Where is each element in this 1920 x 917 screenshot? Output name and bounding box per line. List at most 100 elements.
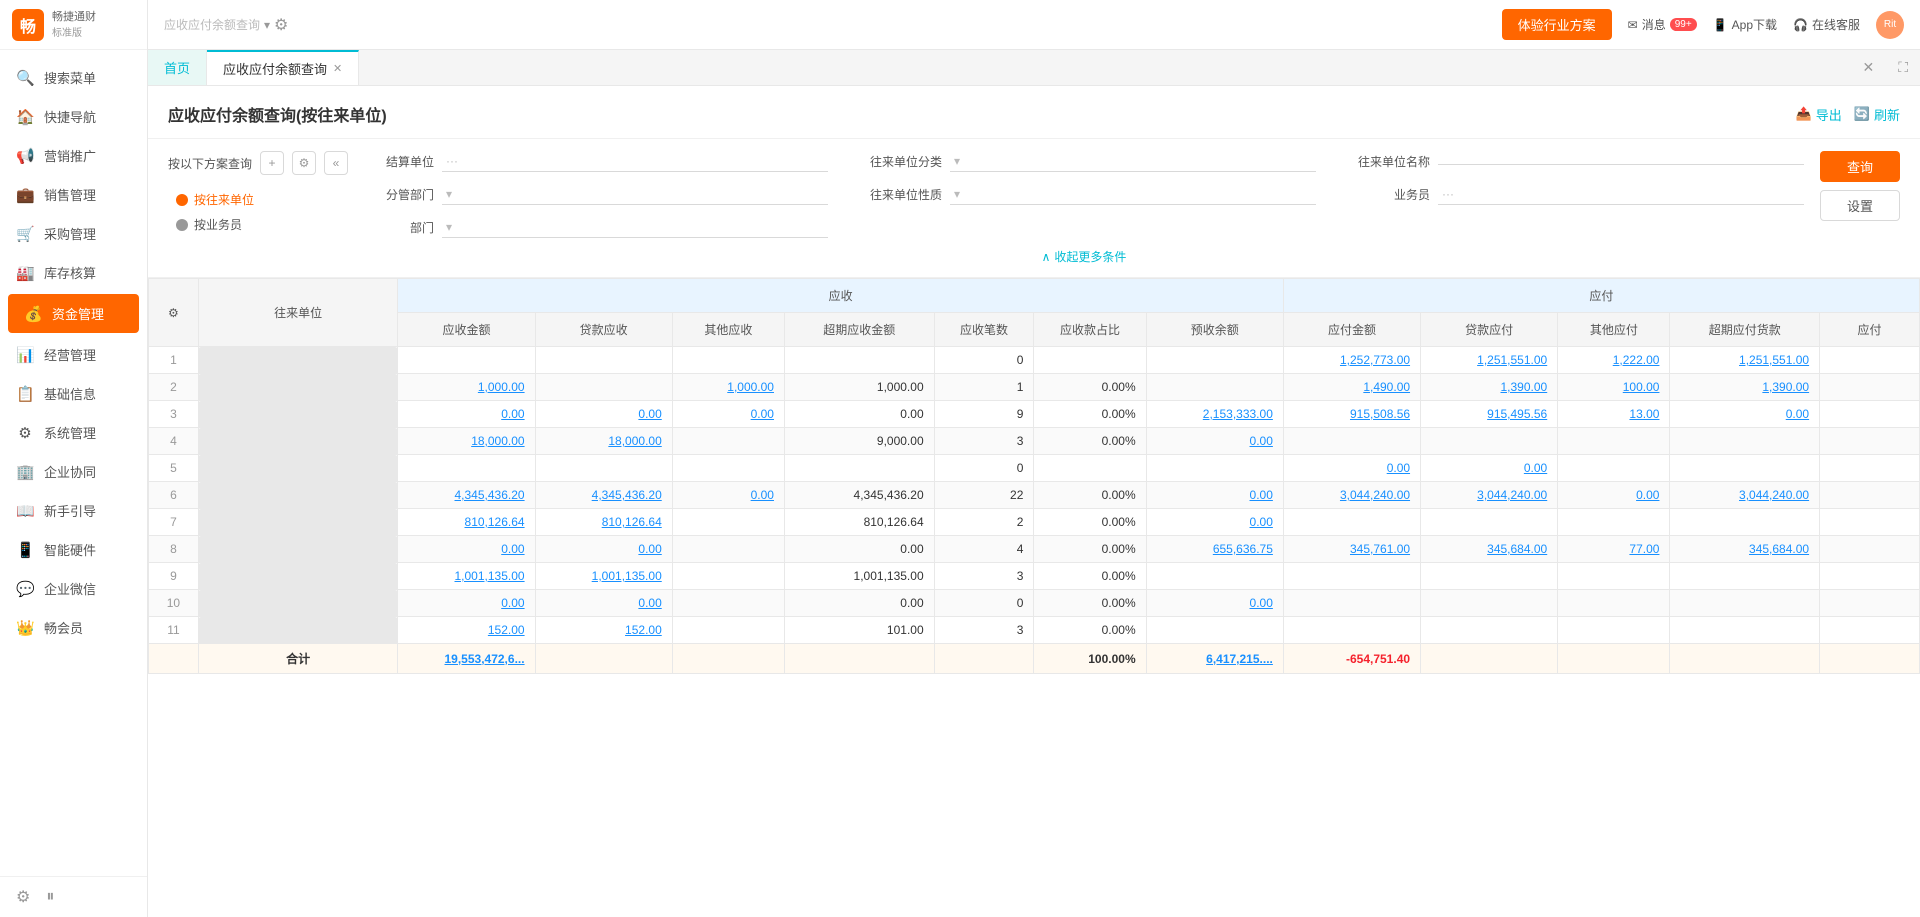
total-ar-amount[interactable]: 19,553,472,6... — [398, 644, 535, 674]
table-cell[interactable]: 77.00 — [1558, 536, 1670, 563]
sidebar-item-search[interactable]: 🔍 搜索菜单 — [0, 58, 147, 97]
table-cell[interactable]: 0.00 — [1558, 482, 1670, 509]
table-cell[interactable]: 1,000.00 — [398, 374, 535, 401]
table-cell[interactable]: 3,044,240.00 — [1421, 482, 1558, 509]
tab-ar-ap-query[interactable]: 应收应付余额查询 ✕ — [207, 50, 359, 85]
tab-close-icon[interactable]: ✕ — [333, 62, 342, 75]
sidebar-item-guide[interactable]: 📖 新手引导 — [0, 491, 147, 530]
sidebar-item-system[interactable]: ⚙ 系统管理 — [0, 413, 147, 452]
table-cell[interactable]: 1,001,135.00 — [535, 563, 672, 590]
scheme-option-unit[interactable]: 按往来单位 — [168, 187, 348, 212]
unit-nature-input[interactable]: ▾ — [950, 184, 1316, 205]
table-cell[interactable]: 0.00 — [398, 590, 535, 617]
table-cell: 0.00% — [1034, 374, 1146, 401]
table-cell[interactable]: 810,126.64 — [535, 509, 672, 536]
sidebar-item-smart-hw[interactable]: 📱 智能硬件 — [0, 530, 147, 569]
chevron-down-icon[interactable]: ▾ — [264, 18, 270, 32]
table-cell[interactable]: 2,153,333.00 — [1146, 401, 1283, 428]
table-cell[interactable]: 1,390.00 — [1421, 374, 1558, 401]
table-cell[interactable]: 0.00 — [1283, 455, 1420, 482]
sidebar-item-purchase[interactable]: 🛒 采购管理 — [0, 214, 147, 253]
setting-button[interactable]: 设置 — [1820, 190, 1900, 221]
dept-input[interactable]: ▾ — [442, 184, 828, 205]
scheme-option-salesman[interactable]: 按业务员 — [168, 212, 348, 237]
promo-button[interactable]: 体验行业方案 — [1502, 9, 1612, 40]
table-cell[interactable]: 18,000.00 — [398, 428, 535, 455]
table-cell[interactable]: 1,000.00 — [672, 374, 784, 401]
table-cell[interactable]: 915,508.56 — [1283, 401, 1420, 428]
table-cell[interactable]: 3,044,240.00 — [1670, 482, 1820, 509]
table-cell[interactable]: 0.00 — [398, 401, 535, 428]
table-cell[interactable]: 810,126.64 — [398, 509, 535, 536]
table-cell[interactable]: 100.00 — [1558, 374, 1670, 401]
settings-bottom-icon[interactable]: ⚙ — [16, 887, 30, 907]
table-cell[interactable]: 0.00 — [1146, 482, 1283, 509]
message-area[interactable]: ✉ 消息 99+ — [1628, 16, 1697, 33]
query-button[interactable]: 查询 — [1820, 151, 1900, 182]
th-settings[interactable]: ⚙ — [149, 279, 199, 347]
table-cell[interactable]: 655,636.75 — [1146, 536, 1283, 563]
collapse-scheme-btn[interactable]: « — [324, 151, 348, 175]
table-cell[interactable]: 0.00 — [1670, 401, 1820, 428]
table-cell[interactable]: 0.00 — [1421, 455, 1558, 482]
settlement-unit-input[interactable]: ··· — [442, 151, 828, 172]
tab-home[interactable]: 首页 — [148, 50, 207, 85]
salesman-input[interactable]: ··· — [1438, 184, 1804, 205]
sidebar-item-wechat[interactable]: 💬 企业微信 — [0, 569, 147, 608]
user-area[interactable]: Rit — [1876, 11, 1904, 39]
table-cell[interactable]: 345,684.00 — [1670, 536, 1820, 563]
department-input[interactable]: ▾ — [442, 217, 828, 238]
edit-scheme-btn[interactable]: ⚙ — [292, 151, 316, 175]
table-settings-icon[interactable]: ⚙ — [168, 306, 179, 320]
table-cell[interactable]: 1,251,551.00 — [1670, 347, 1820, 374]
table-cell[interactable]: 0.00 — [398, 536, 535, 563]
add-scheme-btn[interactable]: + — [260, 151, 284, 175]
sidebar-item-inventory[interactable]: 🏭 库存核算 — [0, 253, 147, 292]
sidebar-item-member[interactable]: 👑 畅会员 — [0, 608, 147, 647]
export-button[interactable]: 📤 导出 — [1796, 105, 1842, 124]
tab-maximize-icon[interactable]: ⛶ — [1886, 59, 1920, 76]
table-cell[interactable]: 0.00 — [535, 590, 672, 617]
table-cell[interactable]: 1,251,551.00 — [1421, 347, 1558, 374]
unit-category-input[interactable]: ▾ — [950, 151, 1316, 172]
collapse-button[interactable]: ∧ 收起更多条件 — [364, 248, 1804, 265]
table-cell[interactable]: 0.00 — [535, 536, 672, 563]
table-cell[interactable]: 0.00 — [1146, 590, 1283, 617]
table-cell[interactable]: 4,345,436.20 — [535, 482, 672, 509]
sidebar-item-finance[interactable]: 💰 资金管理 — [8, 294, 139, 333]
table-cell[interactable]: 1,001,135.00 — [398, 563, 535, 590]
sidebar-item-operations[interactable]: 📊 经营管理 — [0, 335, 147, 374]
sidebar-item-marketing[interactable]: 📢 营销推广 — [0, 136, 147, 175]
table-cell[interactable]: 0.00 — [672, 401, 784, 428]
header-gear-icon[interactable]: ⚙ — [274, 15, 288, 35]
table-cell[interactable]: 1,252,773.00 — [1283, 347, 1420, 374]
table-cell[interactable]: 1,490.00 — [1283, 374, 1420, 401]
online-service-area[interactable]: 🎧 在线客服 — [1793, 16, 1860, 33]
app-download-area[interactable]: 📱 App下载 — [1713, 16, 1777, 33]
table-cell[interactable]: 345,761.00 — [1283, 536, 1420, 563]
th-ar-ratio: 应收款占比 — [1034, 313, 1146, 347]
refresh-button[interactable]: 🔄 刷新 — [1854, 105, 1900, 124]
table-cell[interactable]: 152.00 — [535, 617, 672, 644]
table-cell[interactable]: 345,684.00 — [1421, 536, 1558, 563]
table-cell[interactable]: 18,000.00 — [535, 428, 672, 455]
table-cell[interactable]: 13.00 — [1558, 401, 1670, 428]
table-cell[interactable]: 4,345,436.20 — [398, 482, 535, 509]
table-cell[interactable]: 915,495.56 — [1421, 401, 1558, 428]
collapse-sidebar-icon[interactable]: ⏸ — [46, 888, 54, 906]
table-cell[interactable]: 1,390.00 — [1670, 374, 1820, 401]
table-cell[interactable]: 0.00 — [1146, 509, 1283, 536]
table-cell[interactable]: 152.00 — [398, 617, 535, 644]
table-cell[interactable]: 0.00 — [672, 482, 784, 509]
sidebar-item-sales[interactable]: 💼 销售管理 — [0, 175, 147, 214]
sidebar-item-quick-nav[interactable]: 🏠 快捷导航 — [0, 97, 147, 136]
table-cell[interactable]: 0.00 — [1146, 428, 1283, 455]
sidebar-item-basic-info[interactable]: 📋 基础信息 — [0, 374, 147, 413]
unit-name-input[interactable] — [1438, 158, 1804, 165]
tab-close-window-icon[interactable]: ✕ — [1850, 59, 1886, 76]
sidebar-item-enterprise[interactable]: 🏢 企业协同 — [0, 452, 147, 491]
table-cell[interactable]: 0.00 — [535, 401, 672, 428]
table-cell[interactable]: 1,222.00 — [1558, 347, 1670, 374]
total-ar-prepaid[interactable]: 6,417,215.... — [1146, 644, 1283, 674]
table-cell[interactable]: 3,044,240.00 — [1283, 482, 1420, 509]
